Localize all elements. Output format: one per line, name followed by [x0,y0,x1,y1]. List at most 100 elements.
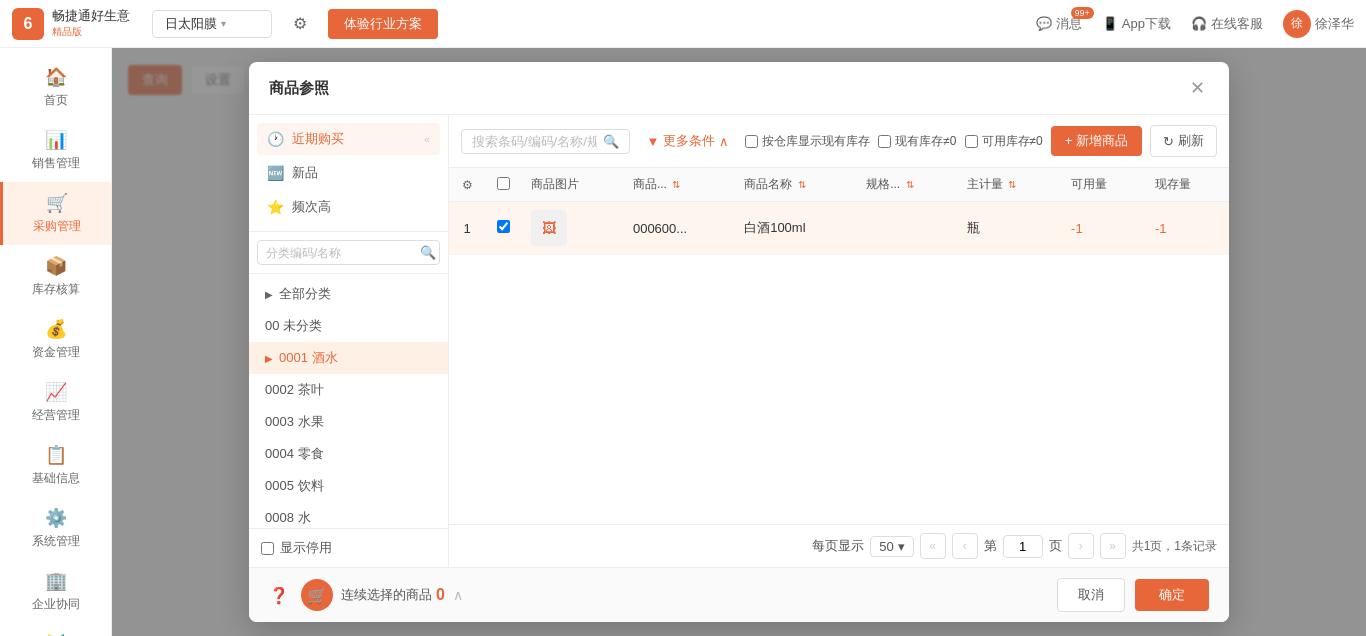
modal-close-btn[interactable]: ✕ [1185,76,1209,100]
sort-spec-icon: ⇅ [906,179,914,190]
sidebar-item-sales[interactable]: 📊 销售管理 [0,119,111,182]
next-page-btn[interactable]: › [1068,533,1094,559]
cat-search-icon[interactable]: 🔍 [420,245,436,260]
sidebar-item-finance-label: 资金管理 [32,344,80,361]
logo-text-block: 畅捷通好生意 精品版 [52,8,130,39]
confirm-btn[interactable]: 确定 [1135,579,1209,611]
cat-search-input-wrap: 🔍 [257,240,440,265]
app-icon: 📱 [1102,16,1118,31]
product-table: ⚙ 商品图片 [449,168,1229,255]
sidebar-item-purchase[interactable]: 🛒 采购管理 [0,182,111,245]
cat-snack[interactable]: 0004 零食 [249,438,448,470]
sidebar-item-inventory[interactable]: 📦 库存核算 [0,245,111,308]
modal-footer: ❓ 🛒 连续选择的商品 0 ∧ 取消 确定 [249,567,1229,622]
category-list: ▶ 全部分类 00 未分类 ▶ 0001 酒水 0002 茶 [249,274,448,528]
available-stock-checkbox[interactable] [965,135,978,148]
user-nav[interactable]: 徐 徐泽华 [1283,10,1354,38]
first-page-btn[interactable]: « [920,533,946,559]
page-unit: 页 [1049,537,1062,555]
display-disabled-checkbox[interactable] [261,542,274,555]
prev-page-btn[interactable]: ‹ [952,533,978,559]
page-size-value: 50 [879,539,893,554]
logo-sub: 精品版 [52,25,130,39]
logo-icon: 6 [12,8,44,40]
th-spec[interactable]: 规格... ⇅ [856,168,957,202]
cat-unclassified[interactable]: 00 未分类 [249,310,448,342]
filter-btn[interactable]: ▼ 更多条件 ∧ [638,128,737,154]
cat-search-input[interactable] [266,246,416,260]
add-product-btn[interactable]: + 新增商品 [1051,126,1142,156]
sidebar-item-operations[interactable]: 📈 经营管理 [0,371,111,434]
cat-fruit[interactable]: 0003 水果 [249,406,448,438]
last-page-btn[interactable]: » [1100,533,1126,559]
warehouse-filter[interactable]: 按仓库显示现有库存 [745,133,870,150]
gear-icon[interactable]: ⚙ [284,8,316,40]
display-disabled-area: 显示停用 [249,528,448,567]
app-download-label: App下载 [1122,15,1171,33]
cancel-btn[interactable]: 取消 [1057,578,1125,612]
th-spec-label: 规格... [866,177,900,191]
cat-fruit-label: 0003 水果 [265,413,324,431]
app-download-nav[interactable]: 📱 App下载 [1102,15,1171,33]
messages-nav[interactable]: 💬 消息 99+ [1036,15,1082,33]
current-stock-checkbox[interactable] [878,135,891,148]
product-search-input[interactable] [472,134,597,149]
enterprise-icon: 🏢 [45,570,67,592]
select-all-checkbox[interactable] [497,177,510,190]
selected-text: 连续选择的商品 [341,586,432,604]
row-checkbox[interactable] [497,220,510,233]
sidebar-item-home[interactable]: 🏠 首页 [0,56,111,119]
available-stock-filter[interactable]: 可用库存≠0 [965,133,1043,150]
sidebar-item-guide[interactable]: 🔰 新手引导 [0,623,111,636]
page-size-select[interactable]: 50 ▾ [870,536,913,557]
warehouse-checkbox[interactable] [745,135,758,148]
sidebar-item-enterprise[interactable]: 🏢 企业协同 [0,560,111,623]
user-avatar: 徐 [1283,10,1311,38]
tab-recent-purchase[interactable]: 🕐 近期购买 « [257,123,440,155]
collapse-arrow-icon: « [424,133,430,145]
sidebar-item-finance[interactable]: 💰 资金管理 [0,308,111,371]
cat-liquor[interactable]: ▶ 0001 酒水 [249,342,448,374]
cat-water-label: 0008 水 [265,509,311,527]
tab-new-products[interactable]: 🆕 新品 [257,157,440,189]
footer-toggle-icon[interactable]: ∧ [453,587,463,603]
logo-text: 畅捷通好生意 [52,8,130,25]
sidebar-item-system[interactable]: ⚙️ 系统管理 [0,497,111,560]
online-service-nav[interactable]: 🎧 在线客服 [1191,15,1263,33]
modal-body: 🕐 近期购买 « 🆕 新品 ⭐ 频次高 [249,115,1229,567]
sort-unit-icon: ⇅ [1008,179,1016,190]
td-unit: 瓶 [957,202,1061,255]
cart-icon[interactable]: 🛒 [301,579,333,611]
store-selector[interactable]: 日太阳膜 ▾ [152,10,272,38]
sidebar: 🏠 首页 📊 销售管理 🛒 采购管理 📦 库存核算 💰 资金管理 📈 经营管理 … [0,48,112,636]
cat-water[interactable]: 0008 水 [249,502,448,528]
table-settings-icon[interactable]: ⚙ [462,178,473,192]
current-stock-filter[interactable]: 现有库存≠0 [878,133,956,150]
refresh-btn[interactable]: ↻ 刷新 [1150,125,1217,157]
table-row[interactable]: 1 🖼 [449,202,1229,255]
td-checkbox[interactable] [485,202,521,255]
th-code[interactable]: 商品... ⇅ [623,168,734,202]
product-search-box: 🔍 [461,129,630,154]
cat-beverage[interactable]: 0005 饮料 [249,470,448,502]
sidebar-item-sales-label: 销售管理 [32,155,80,172]
product-unit: 瓶 [967,220,980,235]
td-current: -1 [1145,202,1229,255]
experience-btn[interactable]: 体验行业方案 [328,9,438,39]
tab-high-frequency[interactable]: ⭐ 频次高 [257,191,440,223]
filter-arrow-icon: ∧ [719,134,729,149]
sort-code-icon: ⇅ [672,179,680,190]
product-search-icon[interactable]: 🔍 [603,134,619,149]
headset-icon: 🎧 [1191,16,1207,31]
th-name[interactable]: 商品名称 ⇅ [734,168,856,202]
help-icon[interactable]: ❓ [269,586,289,605]
sidebar-item-basic[interactable]: 📋 基础信息 [0,434,111,497]
th-unit[interactable]: 主计量 ⇅ [957,168,1061,202]
page-input[interactable] [1003,535,1043,558]
th-unit-label: 主计量 [967,177,1003,191]
sales-icon: 📊 [45,129,67,151]
cat-tea[interactable]: 0002 茶叶 [249,374,448,406]
basic-icon: 📋 [45,444,67,466]
total-info: 共1页，1条记录 [1132,538,1217,555]
cat-all[interactable]: ▶ 全部分类 [249,278,448,310]
